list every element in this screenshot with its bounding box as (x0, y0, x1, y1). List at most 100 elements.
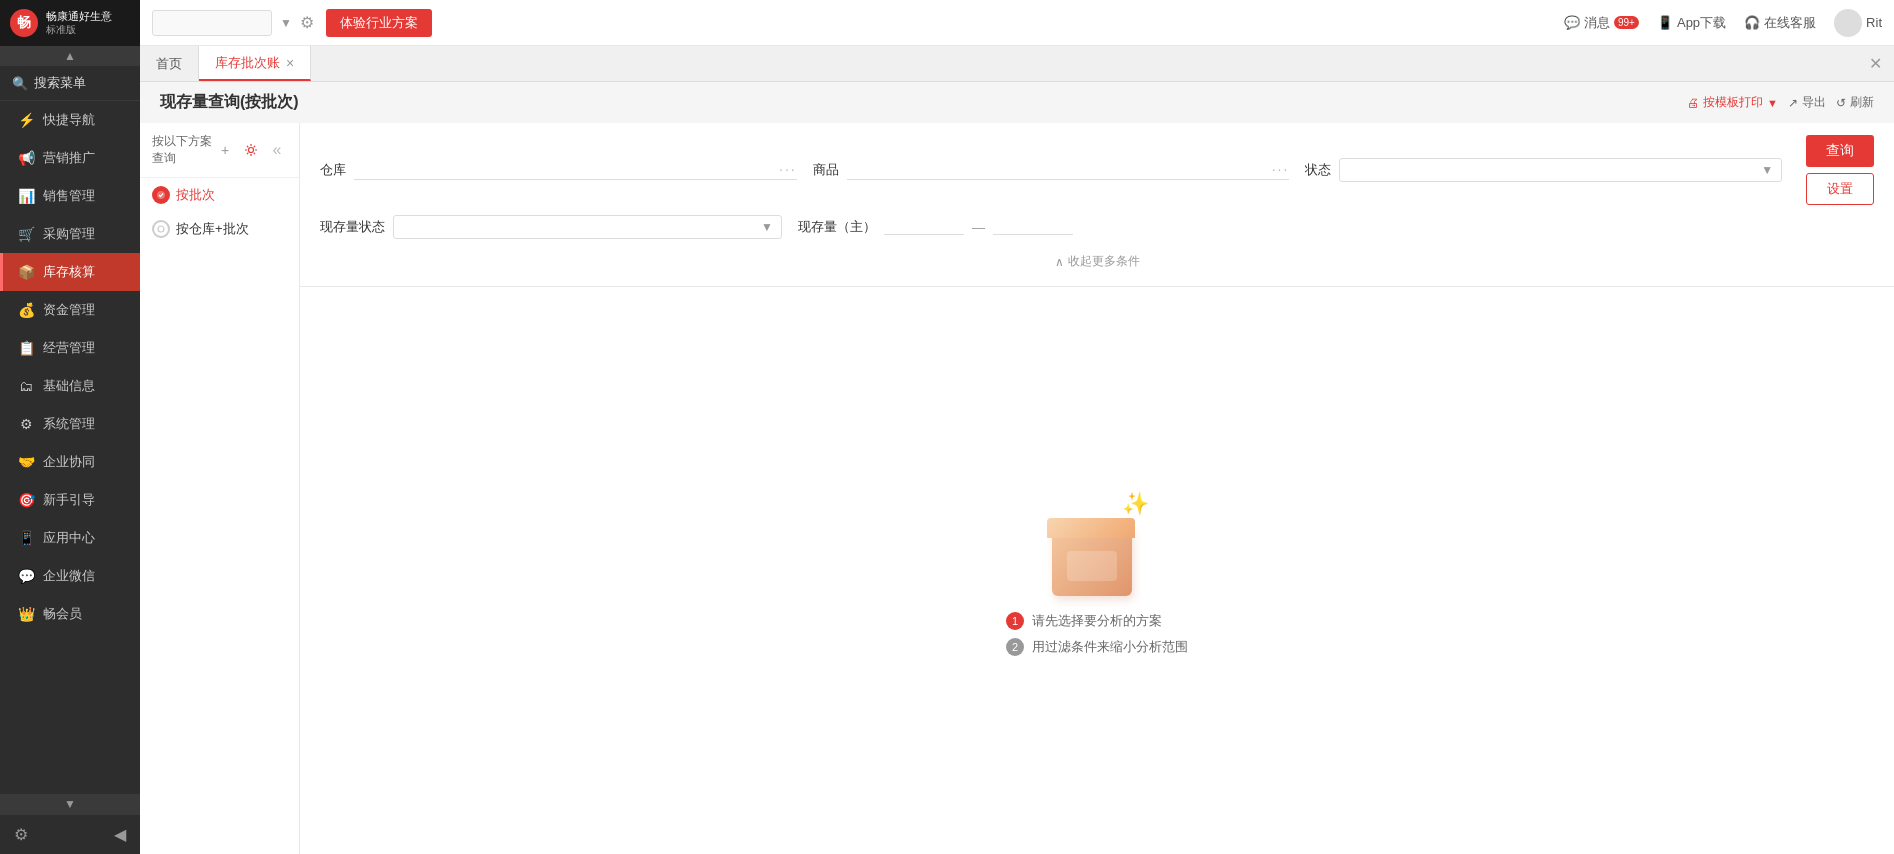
collapse-more-label: 收起更多条件 (1068, 253, 1140, 270)
filter-area: 仓库 ··· 商品 ··· (300, 123, 1894, 287)
sidebar: 畅 畅康通好生意 标准版 ▲ 🔍 搜索菜单 ⚡ 快捷导航 📢 营销推广 📊 销售… (0, 0, 140, 854)
sidebar-item-sales[interactable]: 📊 销售管理 (0, 177, 140, 215)
quick-nav-icon: ⚡ (17, 111, 35, 129)
box-lid (1047, 518, 1135, 538)
sidebar-item-system[interactable]: ⚙ 系统管理 (0, 405, 140, 443)
scheme-item-batch[interactable]: 按批次 (140, 178, 299, 212)
refresh-btn[interactable]: ↺ 刷新 (1836, 94, 1874, 111)
user-action[interactable]: Rit (1834, 9, 1882, 37)
search-label: 搜索菜单 (34, 74, 86, 92)
sidebar-scroll-up[interactable]: ▲ (0, 46, 140, 66)
settings-btn[interactable]: 设置 (1806, 173, 1874, 205)
sidebar-item-inventory[interactable]: 📦 库存核算 (0, 253, 140, 291)
member-icon: 👑 (17, 605, 35, 623)
sidebar-item-quick-nav[interactable]: ⚡ 快捷导航 (0, 101, 140, 139)
tabs: 首页 库存批次账 × ✕ (140, 46, 1894, 82)
purchase-icon: 🛒 (17, 225, 35, 243)
headset-icon: 🎧 (1744, 15, 1760, 30)
warehouse-input-wrap: ··· (354, 161, 797, 180)
stock-qty-to-input[interactable] (993, 219, 1073, 235)
sidebar-scroll-down[interactable]: ▼ (0, 794, 140, 814)
topbar-search-input[interactable] (152, 10, 272, 36)
sidebar-bottom: ⚙ ◀ (0, 814, 140, 854)
refresh-label: 刷新 (1850, 94, 1874, 111)
sidebar-search[interactable]: 🔍 搜索菜单 (0, 66, 140, 101)
filter-row-2: 现存量状态 ▼ 现存量（主） — (320, 215, 1874, 239)
messages-action[interactable]: 💬 消息 99+ (1564, 14, 1639, 32)
export-icon: ↗ (1788, 96, 1798, 110)
app-logo: 畅 (10, 9, 38, 37)
operations-icon: 📋 (17, 339, 35, 357)
sidebar-item-wechat[interactable]: 💬 企业微信 (0, 557, 140, 595)
product-dots[interactable]: ··· (1272, 161, 1290, 177)
messages-badge: 99+ (1614, 16, 1639, 29)
left-panel-actions: + « (215, 140, 287, 160)
topbar-gear-icon[interactable]: ⚙ (300, 13, 314, 32)
main-area: ▼ ⚙ 体验行业方案 💬 消息 99+ 📱 App下载 🎧 在线客服 Rit (140, 0, 1894, 854)
status-select[interactable]: ▼ (1339, 158, 1782, 182)
tab-batch-account[interactable]: 库存批次账 × (199, 46, 311, 81)
sidebar-item-operations[interactable]: 📋 经营管理 (0, 329, 140, 367)
warehouse-dots[interactable]: ··· (779, 161, 797, 177)
inventory-icon: 📦 (17, 263, 35, 281)
sidebar-item-label: 资金管理 (43, 301, 95, 319)
add-scheme-btn[interactable]: + (215, 140, 235, 160)
collapse-more-btn[interactable]: ∧ 收起更多条件 (320, 249, 1874, 274)
app-download-action[interactable]: 📱 App下载 (1657, 14, 1726, 32)
stock-status-label: 现存量状态 (320, 218, 385, 236)
topbar-right: 💬 消息 99+ 📱 App下载 🎧 在线客服 Rit (1564, 9, 1882, 37)
scheme-settings-btn[interactable] (241, 140, 261, 160)
online-service-action[interactable]: 🎧 在线客服 (1744, 14, 1816, 32)
basic-icon: 🗂 (17, 377, 35, 395)
status-label: 状态 (1305, 161, 1331, 179)
sidebar-item-app-center[interactable]: 📱 应用中心 (0, 519, 140, 557)
warehouse-label: 仓库 (320, 161, 346, 179)
product-label: 商品 (813, 161, 839, 179)
collapse-left-panel-btn[interactable]: « (267, 140, 287, 160)
scheme-item-warehouse-batch[interactable]: 按仓库+批次 (140, 212, 299, 246)
btn-actions: 查询 设置 (1806, 135, 1874, 205)
stock-status-select[interactable]: ▼ (393, 215, 782, 239)
empty-tip-1: 1 请先选择要分析的方案 (1006, 612, 1188, 630)
product-input[interactable] (847, 161, 1268, 176)
filter-row-1: 仓库 ··· 商品 ··· (320, 135, 1874, 205)
sidebar-item-newbie[interactable]: 🎯 新手引导 (0, 481, 140, 519)
query-btn[interactable]: 查询 (1806, 135, 1874, 167)
sidebar-item-label: 销售管理 (43, 187, 95, 205)
sidebar-item-basic[interactable]: 🗂 基础信息 (0, 367, 140, 405)
sidebar-item-member[interactable]: 👑 畅会员 (0, 595, 140, 633)
sidebar-item-enterprise[interactable]: 🤝 企业协同 (0, 443, 140, 481)
scheme-label: 按仓库+批次 (176, 220, 249, 238)
export-btn[interactable]: ↗ 导出 (1788, 94, 1826, 111)
svg-point-2 (158, 226, 164, 232)
sidebar-item-finance[interactable]: 💰 资金管理 (0, 291, 140, 329)
warehouse-input[interactable] (354, 161, 775, 176)
message-icon: 💬 (1564, 15, 1580, 30)
svg-point-0 (249, 148, 254, 153)
experience-btn[interactable]: 体验行业方案 (326, 9, 432, 37)
finance-icon: 💰 (17, 301, 35, 319)
sidebar-item-marketing[interactable]: 📢 营销推广 (0, 139, 140, 177)
empty-state: ✨ 1 请先选择要分析的方案 2 用过滤条件来缩小分析范围 (300, 287, 1894, 854)
filter-warehouse: 仓库 ··· (320, 161, 797, 180)
topbar-chevron-icon[interactable]: ▼ (280, 16, 292, 30)
box-highlight (1067, 551, 1117, 581)
print-btn[interactable]: 🖨 按模板打印 ▼ (1687, 94, 1778, 111)
tab-home[interactable]: 首页 (140, 46, 199, 81)
stock-qty-from-input[interactable] (884, 219, 964, 235)
online-service-label: 在线客服 (1764, 14, 1816, 32)
tab-close-icon[interactable]: × (286, 56, 294, 70)
sidebar-item-label: 快捷导航 (43, 111, 95, 129)
sidebar-settings-icon[interactable]: ⚙ (14, 825, 28, 844)
sidebar-item-label: 库存核算 (43, 263, 95, 281)
sidebar-item-purchase[interactable]: 🛒 采购管理 (0, 215, 140, 253)
collapse-more-icon: ∧ (1055, 255, 1064, 269)
status-chevron-icon: ▼ (1761, 163, 1773, 177)
panel-close-btn[interactable]: ✕ (1857, 54, 1894, 73)
sidebar-collapse-icon[interactable]: ◀ (114, 825, 126, 844)
page-header: 现存量查询(按批次) 🖨 按模板打印 ▼ ↗ 导出 ↺ 刷新 (140, 82, 1894, 123)
tab-batch-label: 库存批次账 (215, 54, 280, 72)
user-name: Rit (1866, 15, 1882, 30)
tab-home-label: 首页 (156, 55, 182, 73)
sidebar-nav: ⚡ 快捷导航 📢 营销推广 📊 销售管理 🛒 采购管理 📦 库存核算 💰 资金管… (0, 101, 140, 794)
